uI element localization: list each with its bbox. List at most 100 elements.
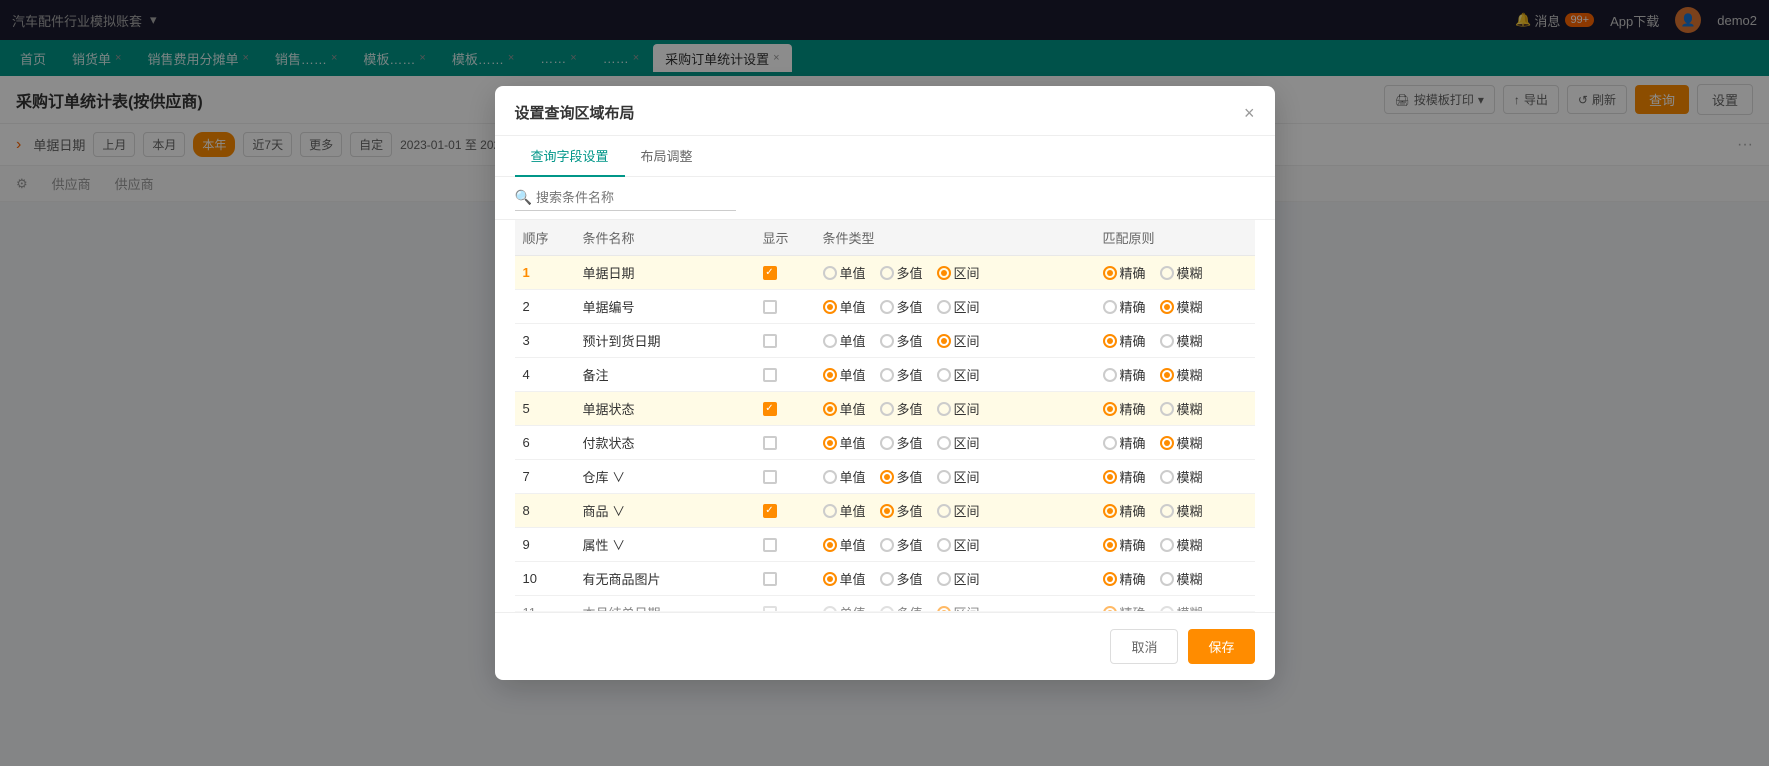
dialog-tab-query-fields-label: 查询字段设置 [531, 149, 609, 164]
radio-type-多值-row-2[interactable] [880, 300, 894, 314]
radio-match-模糊-row-6[interactable] [1160, 436, 1174, 450]
checkbox-display-9[interactable] [763, 538, 777, 552]
radio-match-精确-row-5[interactable] [1103, 402, 1117, 416]
radio-type-多值-row-10[interactable] [880, 572, 894, 586]
search-input[interactable] [536, 190, 736, 205]
radio-type-区间-row-8[interactable] [937, 504, 951, 518]
radio-type-区间-row-3[interactable] [937, 334, 951, 348]
radio-match-模糊-row-7[interactable] [1160, 470, 1174, 484]
radio-match-精确-row-10[interactable] [1103, 572, 1117, 586]
radio-type-单值-row-5[interactable] [823, 402, 837, 416]
row-display-5 [755, 399, 815, 418]
row-display-8 [755, 501, 815, 520]
radio-match-精确-row-4[interactable] [1103, 368, 1117, 382]
settings-dialog: 设置查询区域布局 × 查询字段设置 布局调整 🔍 顺序 条件名称 [495, 86, 1275, 680]
checkbox-display-8[interactable] [763, 504, 777, 518]
table-row: 6付款状态单值多值区间精确模糊 [515, 426, 1255, 460]
radio-type-单值-row-9[interactable] [823, 538, 837, 552]
save-button[interactable]: 保存 [1188, 629, 1254, 664]
search-underline: 🔍 [515, 189, 736, 211]
row-match-8: 精确模糊 [1095, 501, 1275, 520]
row-type-2: 单值多值区间 [815, 297, 1095, 316]
radio-match-精确-row-6[interactable] [1103, 436, 1117, 450]
row-display-6 [755, 433, 815, 452]
radio-match-模糊-row-2[interactable] [1160, 300, 1174, 314]
radio-type-多值-row-7[interactable] [880, 470, 894, 484]
radio-type-多值-row-1[interactable] [880, 266, 894, 280]
radio-type-单值-row-8[interactable] [823, 504, 837, 518]
row-match-11: 精确模糊 [1095, 603, 1255, 612]
row-match-10: 精确模糊 [1095, 569, 1275, 588]
radio-type-多值-row-6[interactable] [880, 436, 894, 450]
row-name-4: 备注 [575, 365, 755, 384]
radio-type-单值-row-6[interactable] [823, 436, 837, 450]
radio-type-单值-row-3[interactable] [823, 334, 837, 348]
checkbox-display-10[interactable] [763, 572, 777, 586]
radio-match-模糊-row-3[interactable] [1160, 334, 1174, 348]
radio-type-区间-row-9[interactable] [937, 538, 951, 552]
radio-type-区间-row-11[interactable] [937, 606, 951, 613]
radio-match-模糊-row-10[interactable] [1160, 572, 1174, 586]
radio-type-区间-row-6[interactable] [937, 436, 951, 450]
radio-match-模糊-row-5[interactable] [1160, 402, 1174, 416]
radio-match-模糊-row-4[interactable] [1160, 368, 1174, 382]
radio-type-多值-row-5[interactable] [880, 402, 894, 416]
radio-match-精确-row-2[interactable] [1103, 300, 1117, 314]
radio-type-单值-row-2[interactable] [823, 300, 837, 314]
checkbox-display-11[interactable] [763, 606, 777, 613]
radio-type-单值-row-4[interactable] [823, 368, 837, 382]
table-row: 10有无商品图片单值多值区间精确模糊 [515, 562, 1255, 596]
radio-type-区间-row-7[interactable] [937, 470, 951, 484]
radio-type-多值-row-4[interactable] [880, 368, 894, 382]
checkbox-display-2[interactable] [763, 300, 777, 314]
radio-match-模糊-row-11[interactable] [1160, 606, 1174, 613]
row-display-9 [755, 535, 815, 554]
radio-type-区间-row-4[interactable] [937, 368, 951, 382]
radio-type-单值-row-10[interactable] [823, 572, 837, 586]
radio-type-多值-row-9[interactable] [880, 538, 894, 552]
row-order-6: 6 [515, 433, 575, 452]
radio-type-单值-row-7[interactable] [823, 470, 837, 484]
row-match-3: 精确模糊 [1095, 331, 1275, 350]
checkbox-display-1[interactable] [763, 266, 777, 280]
dialog-footer: 取消 保存 [495, 612, 1275, 680]
table-row: 11本月结单日期单值多值区间精确模糊 [515, 596, 1255, 612]
row-name-8: 商品 ∨ [575, 501, 755, 520]
conditions-table: 顺序 条件名称 显示 条件类型 匹配原则 1单据日期单值多值区间精确模糊2单据编… [495, 220, 1275, 612]
row-name-2: 单据编号 [575, 297, 755, 316]
radio-type-多值-row-11[interactable] [880, 606, 894, 613]
radio-match-模糊-row-8[interactable] [1160, 504, 1174, 518]
checkbox-display-5[interactable] [763, 402, 777, 416]
row-match-9: 精确模糊 [1095, 535, 1275, 554]
radio-type-区间-row-2[interactable] [937, 300, 951, 314]
checkbox-display-7[interactable] [763, 470, 777, 484]
radio-match-精确-row-7[interactable] [1103, 470, 1117, 484]
row-order-5: 5 [515, 399, 575, 418]
row-name-1: 单据日期 [575, 263, 755, 282]
table-row: 8商品 ∨单值多值区间精确模糊 [515, 494, 1255, 528]
radio-match-精确-row-1[interactable] [1103, 266, 1117, 280]
row-display-10 [755, 569, 815, 588]
radio-match-模糊-row-1[interactable] [1160, 266, 1174, 280]
radio-type-区间-row-10[interactable] [937, 572, 951, 586]
radio-type-多值-row-8[interactable] [880, 504, 894, 518]
radio-type-单值-row-11[interactable] [823, 606, 837, 613]
radio-type-多值-row-3[interactable] [880, 334, 894, 348]
radio-type-区间-row-1[interactable] [937, 266, 951, 280]
radio-match-精确-row-11[interactable] [1103, 606, 1117, 613]
row-match-1: 精确模糊 [1095, 263, 1275, 282]
checkbox-display-4[interactable] [763, 368, 777, 382]
radio-match-精确-row-3[interactable] [1103, 334, 1117, 348]
radio-type-单值-row-1[interactable] [823, 266, 837, 280]
dialog-tab-query-fields[interactable]: 查询字段设置 [515, 136, 625, 177]
checkbox-display-6[interactable] [763, 436, 777, 450]
checkbox-display-3[interactable] [763, 334, 777, 348]
radio-match-精确-row-9[interactable] [1103, 538, 1117, 552]
row-display-2 [755, 297, 815, 316]
radio-match-精确-row-8[interactable] [1103, 504, 1117, 518]
radio-type-区间-row-5[interactable] [937, 402, 951, 416]
radio-match-模糊-row-9[interactable] [1160, 538, 1174, 552]
dialog-tab-layout[interactable]: 布局调整 [625, 136, 709, 177]
dialog-close-button[interactable]: × [1244, 104, 1255, 122]
cancel-button[interactable]: 取消 [1110, 629, 1178, 664]
